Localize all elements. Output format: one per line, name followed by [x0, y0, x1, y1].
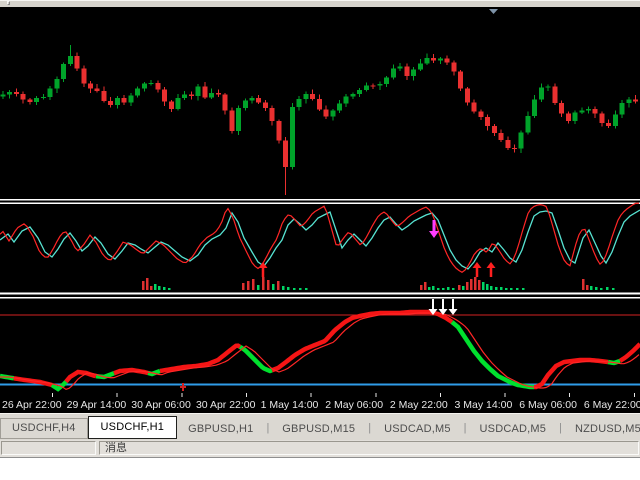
- chart-tab-gbpusd-m15[interactable]: GBPUSD,M15: [271, 419, 366, 440]
- time-axis-label: 29 Apr 14:00: [67, 399, 127, 411]
- chart-tab-usdcad-m5[interactable]: USDCAD,M5: [469, 419, 558, 440]
- time-axis-label: 3 May 14:00: [455, 399, 513, 411]
- time-axis-label: 1 May 14:00: [261, 399, 319, 411]
- chart-tab-usdchf-h1[interactable]: USDCHF,H1: [87, 416, 178, 439]
- tab-separator: |: [266, 422, 270, 434]
- exit-signal-arrows: [428, 299, 458, 315]
- chart-background: [0, 7, 640, 413]
- chart-tab-nzdusd-m5[interactable]: NZDUSD,M5: [564, 419, 640, 440]
- mt4-terminal-window: { "toolbar": {}, "colors": { "chart_bg":…: [0, 0, 640, 480]
- chart-tab-usdcad-m5[interactable]: USDCAD,M5: [373, 419, 462, 440]
- chart-tab-gbpusd-h1[interactable]: GBPUSD,H1: [177, 419, 264, 440]
- tab-separator: |: [368, 422, 372, 434]
- chart-tab-usdchf-h4[interactable]: USDCHF,H4: [0, 418, 88, 439]
- time-axis-label: 6 May 06:00: [519, 399, 577, 411]
- status-cell-empty: [1, 441, 96, 455]
- time-axis-label: 2 May 06:00: [325, 399, 383, 411]
- chart-tab-bar: USDCHF,H4 USDCHF,H1 GBPUSD,H1 | GBPUSD,M15 | U…: [0, 413, 640, 440]
- time-axis-label: 2 May 22:00: [390, 399, 448, 411]
- toolbar-highlight-line: [0, 0, 640, 1]
- status-message[interactable]: 消息: [99, 441, 639, 455]
- time-axis-label: 26 Apr 22:00: [2, 399, 62, 411]
- tab-separator: |: [559, 422, 562, 434]
- chart-canvas[interactable]: 26 Apr 22:00 29 Apr 14:00 30 Apr 06:00 30 A…: [0, 7, 640, 413]
- upper-level-line: [0, 314, 640, 316]
- tab-separator: |: [463, 422, 467, 434]
- time-axis-label: 6 May 22:00: [584, 399, 640, 411]
- time-axis-label: 30 Apr 22:00: [196, 399, 256, 411]
- time-axis-label: 30 Apr 06:00: [131, 399, 191, 411]
- toolbar-gripper[interactable]: [7, 1, 10, 5]
- status-bar: 消息: [0, 440, 640, 458]
